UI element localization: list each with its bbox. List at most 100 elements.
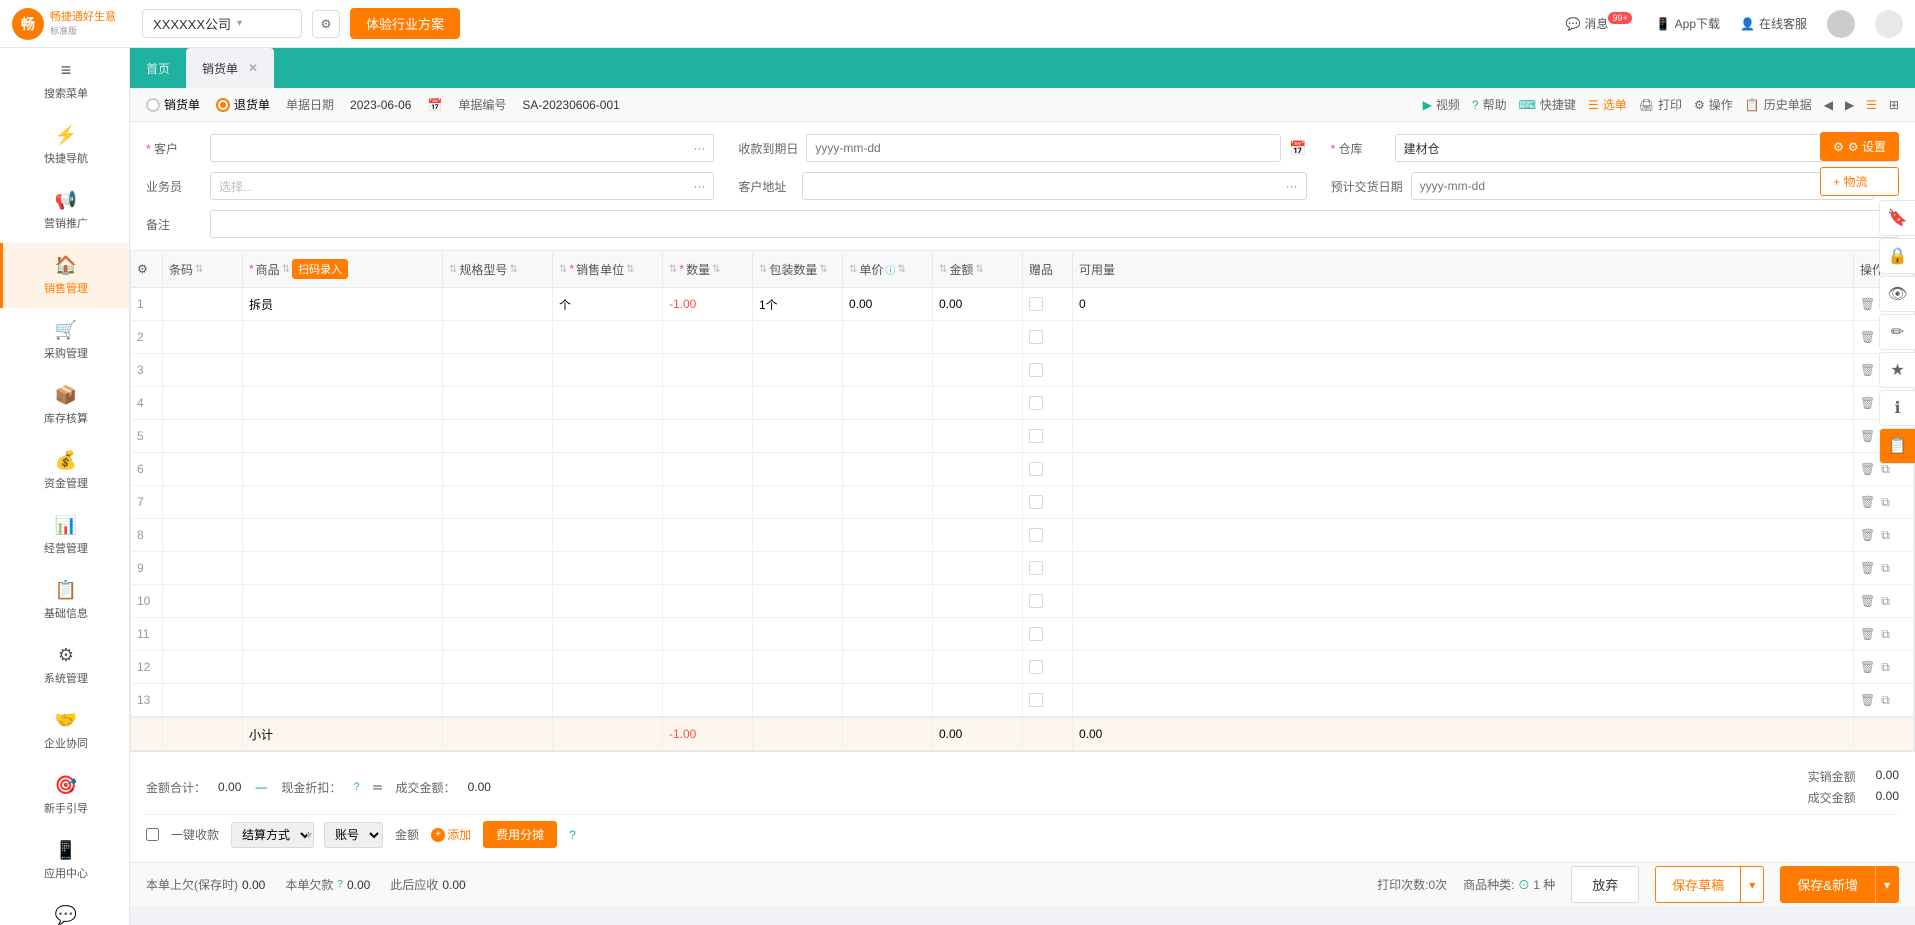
float-lock-icon[interactable]: 🔒: [1879, 238, 1915, 274]
sidebar-item-marketing[interactable]: 📢 营销推广: [0, 178, 129, 243]
company-selector[interactable]: XXXXXX公司 ▾: [142, 9, 302, 38]
delivery-date-input[interactable]: [1411, 172, 1874, 200]
help-btn[interactable]: ? 帮助: [1472, 96, 1507, 113]
delete-icon-5[interactable]: 🗑: [1860, 429, 1875, 443]
account-select[interactable]: 账号: [324, 822, 383, 848]
td-2-amount[interactable]: [933, 321, 1023, 353]
delete-icon-3[interactable]: 🗑: [1860, 363, 1875, 377]
gift-checkbox-5[interactable]: [1029, 429, 1043, 443]
td-1-gift[interactable]: [1023, 288, 1073, 320]
td-1-qty[interactable]: -1.00: [663, 288, 753, 320]
minus-icon[interactable]: －: [253, 775, 269, 799]
sidebar-item-system[interactable]: ⚙ 系统管理: [0, 633, 129, 698]
delete-icon-10[interactable]: 🗑: [1860, 594, 1875, 608]
sidebar-item-inventory[interactable]: 📦 库存核算: [0, 373, 129, 438]
delete-icon-2[interactable]: 🗑: [1860, 330, 1875, 344]
customer-input[interactable]: ···: [210, 134, 714, 162]
operations-btn[interactable]: ⚙ 操作: [1694, 96, 1733, 113]
next-btn[interactable]: ▶: [1845, 98, 1854, 112]
payment-due-input[interactable]: [806, 134, 1281, 162]
sidebar-item-wechat[interactable]: 💬 企业微信: [0, 893, 129, 925]
td-2-barcode[interactable]: [163, 321, 243, 353]
prev-btn[interactable]: ◀: [1824, 98, 1833, 112]
delete-icon-11[interactable]: 🗑: [1860, 627, 1875, 641]
td-1-price[interactable]: 0.00: [843, 288, 933, 320]
gift-checkbox-7[interactable]: [1029, 495, 1043, 509]
online-service-item[interactable]: 👤 在线客服: [1740, 15, 1807, 32]
float-eye-icon[interactable]: 👁: [1879, 276, 1915, 312]
delete-icon-4[interactable]: 🗑: [1860, 396, 1875, 410]
discount-info-icon[interactable]: ?: [353, 781, 359, 793]
gift-checkbox-13[interactable]: [1029, 693, 1043, 707]
product-kind-icon[interactable]: ⊙: [1518, 878, 1530, 892]
td-2-spec[interactable]: [443, 321, 553, 353]
save-new-button[interactable]: 保存&新增: [1780, 866, 1875, 903]
copy-icon-11[interactable]: ⧉: [1881, 627, 1890, 642]
save-draft-button[interactable]: 保存草稿: [1655, 866, 1741, 903]
sidebar-item-purchase[interactable]: 🛒 采购管理: [0, 308, 129, 373]
gift-checkbox-12[interactable]: [1029, 660, 1043, 674]
sidebar-item-basic[interactable]: 📋 基础信息: [0, 568, 129, 633]
date-picker-icon[interactable]: 📅: [427, 98, 442, 112]
sidebar-item-enterprise[interactable]: 🤝 企业协同: [0, 698, 129, 763]
gift-checkbox-10[interactable]: [1029, 594, 1043, 608]
copy-icon-8[interactable]: ⧉: [1881, 528, 1890, 543]
settlement-method-select[interactable]: 结算方式: [231, 822, 314, 848]
salesman-input[interactable]: 选择... ···: [210, 172, 714, 200]
gift-checkbox-2[interactable]: [1029, 330, 1043, 344]
grid-view-btn[interactable]: ⊞: [1889, 98, 1899, 112]
avatar[interactable]: [1827, 10, 1855, 38]
payment-due-calendar-icon[interactable]: 📅: [1289, 140, 1306, 157]
float-bookmark-icon[interactable]: 🔖: [1879, 200, 1915, 236]
copy-icon-10[interactable]: ⧉: [1881, 594, 1890, 609]
tab-sales-order[interactable]: 销货单 ✕: [186, 48, 274, 88]
td-1-pkgqty[interactable]: 1个: [753, 288, 843, 320]
select-order-btn[interactable]: ☰ 选单: [1588, 96, 1627, 113]
gift-checkbox-4[interactable]: [1029, 396, 1043, 410]
sidebar-item-search[interactable]: ≡ 搜索菜单: [0, 48, 129, 113]
note-input[interactable]: [210, 210, 1899, 238]
logistics-btn[interactable]: + 物流: [1820, 167, 1899, 196]
message-item[interactable]: 💬 消息 99+: [1565, 15, 1635, 32]
td-2-gift[interactable]: [1023, 321, 1073, 353]
copy-icon-12[interactable]: ⧉: [1881, 660, 1890, 675]
delete-icon-12[interactable]: 🗑: [1860, 660, 1875, 674]
float-info-icon[interactable]: ℹ: [1879, 390, 1915, 426]
sidebar-item-finance[interactable]: 💰 资金管理: [0, 438, 129, 503]
td-2-unit[interactable]: [553, 321, 663, 353]
list-view-btn[interactable]: ☰: [1866, 98, 1877, 112]
gift-checkbox-9[interactable]: [1029, 561, 1043, 575]
td-2-pkgqty[interactable]: [753, 321, 843, 353]
sidebar-item-operations[interactable]: 📊 经营管理: [0, 503, 129, 568]
delete-icon-7[interactable]: 🗑: [1860, 495, 1875, 509]
delete-icon-6[interactable]: 🗑: [1860, 462, 1875, 476]
td-2-product[interactable]: [243, 321, 443, 353]
float-action-icon[interactable]: 📋: [1879, 428, 1915, 464]
print-btn[interactable]: 🖨 打印: [1639, 96, 1682, 113]
float-edit-icon[interactable]: ✏: [1879, 314, 1915, 350]
add-btn[interactable]: + 添加: [431, 826, 471, 843]
gift-checkbox-3[interactable]: [1029, 363, 1043, 377]
radio-return[interactable]: 退货单: [216, 96, 270, 113]
sidebar-item-sales[interactable]: 🏠 销售管理: [0, 243, 129, 308]
gift-checkbox-8[interactable]: [1029, 528, 1043, 542]
discard-button[interactable]: 放弃: [1571, 866, 1639, 903]
gift-checkbox-6[interactable]: [1029, 462, 1043, 476]
tab-home[interactable]: 首页: [130, 48, 186, 88]
customer-address-input[interactable]: ···: [802, 172, 1306, 200]
shortcut-btn[interactable]: ⌨ 快捷键: [1519, 96, 1576, 113]
td-1-barcode[interactable]: [163, 288, 243, 320]
sidebar-item-shortcut[interactable]: ⚡ 快捷导航: [0, 113, 129, 178]
overdue-info-icon[interactable]: ?: [337, 879, 343, 890]
avatar-settings[interactable]: [1875, 10, 1903, 38]
history-btn[interactable]: 📋 历史单据: [1745, 96, 1812, 113]
video-btn[interactable]: ▶ 视频: [1423, 96, 1460, 113]
td-1-product[interactable]: 拆员: [243, 288, 443, 320]
td-2-qty[interactable]: [663, 321, 753, 353]
delete-icon-9[interactable]: 🗑: [1860, 561, 1875, 575]
tab-close-icon[interactable]: ✕: [248, 61, 258, 75]
experience-btn[interactable]: 体验行业方案: [350, 8, 460, 39]
copy-icon-7[interactable]: ⧉: [1881, 495, 1890, 510]
td-1-amount[interactable]: 0.00: [933, 288, 1023, 320]
save-draft-dropdown[interactable]: ▾: [1741, 866, 1764, 903]
